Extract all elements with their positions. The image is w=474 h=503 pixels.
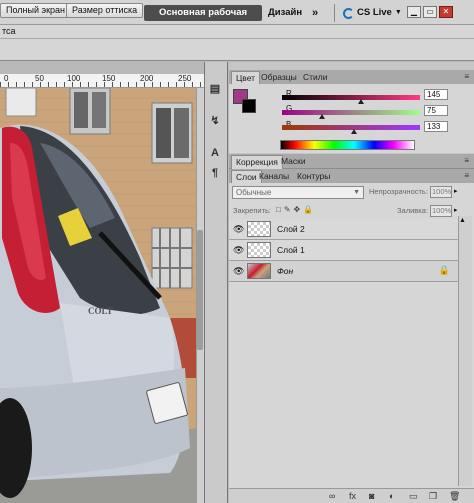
chevron-down-icon: ▼ <box>394 9 402 16</box>
opacity-field[interactable]: 100% <box>430 186 452 198</box>
tab-paths[interactable]: Контуры <box>293 170 334 184</box>
layer-name: Слой 2 <box>277 224 305 234</box>
tab-adjustments[interactable]: Коррекция <box>231 155 283 169</box>
r-slider[interactable] <box>282 95 420 100</box>
layer-row[interactable]: 👁 Фон 🔒 <box>229 261 458 282</box>
new-group-icon[interactable]: ▭ <box>409 491 418 502</box>
add-mask-icon[interactable]: ◙ <box>369 491 374 501</box>
more-workspaces-button[interactable]: » <box>312 5 318 21</box>
divider <box>334 4 335 22</box>
color-spectrum-ramp[interactable] <box>280 140 415 150</box>
b-slider-thumb[interactable] <box>350 129 357 134</box>
lock-icons[interactable]: □✎✥🔒 <box>276 205 316 214</box>
eye-icon[interactable]: 👁 <box>233 266 244 277</box>
horizontal-ruler: 0 50 100 150 200 250 <box>0 74 204 88</box>
layer-style-icon[interactable]: fx <box>349 491 356 501</box>
opacity-label: Непрозрачность: <box>369 187 428 196</box>
history-icon[interactable]: ↯ <box>206 112 224 130</box>
delete-layer-icon[interactable]: 🗑 <box>449 491 460 502</box>
close-button[interactable]: ✕ <box>439 6 453 18</box>
panel-menu-icon[interactable]: ≡ <box>464 72 469 81</box>
options-label: тса <box>2 26 16 36</box>
chevron-down-icon: ▼ <box>353 189 360 196</box>
new-layer-icon[interactable]: ❐ <box>429 491 437 502</box>
r-slider-thumb[interactable] <box>357 99 364 104</box>
g-slider[interactable] <box>282 110 420 115</box>
car-photo: COLT <box>0 88 196 503</box>
paragraph-icon[interactable]: ¶ <box>206 164 224 182</box>
opacity-arrow-icon[interactable]: ▸ <box>454 187 458 195</box>
panel-menu-icon[interactable]: ≡ <box>464 171 469 180</box>
adjustments-panel-tabs: Коррекция Маски ≡ <box>229 154 474 169</box>
layer-name: Фон <box>277 266 294 276</box>
tab-styles[interactable]: Стили <box>299 71 332 85</box>
adjustment-layer-icon[interactable]: ◐ <box>389 491 394 501</box>
maximize-button[interactable]: ▭ <box>423 6 437 18</box>
fullscreen-button[interactable]: Полный экран <box>0 3 72 18</box>
histogram-icon[interactable]: ▤ <box>206 80 224 98</box>
layer-thumbnail <box>247 221 271 237</box>
cs-live-label: CS Live <box>357 7 392 18</box>
svg-text:COLT: COLT <box>88 306 113 316</box>
lock-label: Закрепить: <box>233 206 272 215</box>
tab-channels[interactable]: Каналы <box>255 170 293 184</box>
fill-label: Заливка: <box>397 206 428 215</box>
fill-field[interactable]: 100% <box>430 205 452 217</box>
document-canvas[interactable]: COLT <box>0 88 196 503</box>
eye-icon[interactable]: 👁 <box>233 224 244 235</box>
g-slider-thumb[interactable] <box>319 114 326 119</box>
lock-icon: 🔒 <box>438 265 450 275</box>
cs-live-menu[interactable]: CS Live ▼ <box>343 5 402 21</box>
scrollbar-thumb[interactable] <box>197 230 203 350</box>
tab-swatches[interactable]: Образцы <box>257 71 301 85</box>
layer-thumbnail <box>247 242 271 258</box>
panel-menu-icon[interactable]: ≡ <box>464 156 469 165</box>
character-icon[interactable]: A <box>206 144 224 162</box>
workspace-essentials-button[interactable]: Основная рабочая среда <box>144 5 262 34</box>
print-size-button[interactable]: Размер оттиска <box>66 3 144 18</box>
scroll-up-icon[interactable]: ▲ <box>459 217 466 224</box>
color-panel-tabs: Цвет Образцы Стили ≡ <box>229 70 474 85</box>
fill-arrow-icon[interactable]: ▸ <box>454 206 458 214</box>
link-layers-icon[interactable]: ∞ <box>329 491 335 501</box>
blend-mode-select[interactable]: Обычные ▼ <box>232 186 364 199</box>
layer-row[interactable]: 👁 Слой 2 <box>229 219 458 240</box>
workspace-design-button[interactable]: Дизайн <box>268 5 302 21</box>
g-value-field[interactable]: 75 <box>424 105 448 116</box>
cs-live-icon <box>343 7 354 19</box>
b-value-field[interactable]: 133 <box>424 121 448 132</box>
tab-color[interactable]: Цвет <box>231 71 261 85</box>
blend-mode-value: Обычные <box>236 188 272 197</box>
minimize-button[interactable]: ▁ <box>407 6 421 18</box>
eye-icon[interactable]: 👁 <box>233 245 244 256</box>
layer-row[interactable]: 👁 Слой 1 <box>229 240 458 261</box>
r-value-field[interactable]: 145 <box>424 89 448 100</box>
options-bar: тса <box>0 25 474 39</box>
layer-thumbnail <box>247 263 271 279</box>
view-buttons-bar <box>0 39 474 61</box>
layers-scrollbar[interactable] <box>458 216 472 486</box>
tab-masks[interactable]: Маски <box>277 155 310 169</box>
layer-name: Слой 1 <box>277 245 305 255</box>
layers-footer: ∞ fx ◙ ◐ ▭ ❐ 🗑 <box>229 488 474 503</box>
layers-panel-tabs: Слои Каналы Контуры ≡ <box>229 169 474 184</box>
background-color-swatch[interactable] <box>242 99 256 113</box>
